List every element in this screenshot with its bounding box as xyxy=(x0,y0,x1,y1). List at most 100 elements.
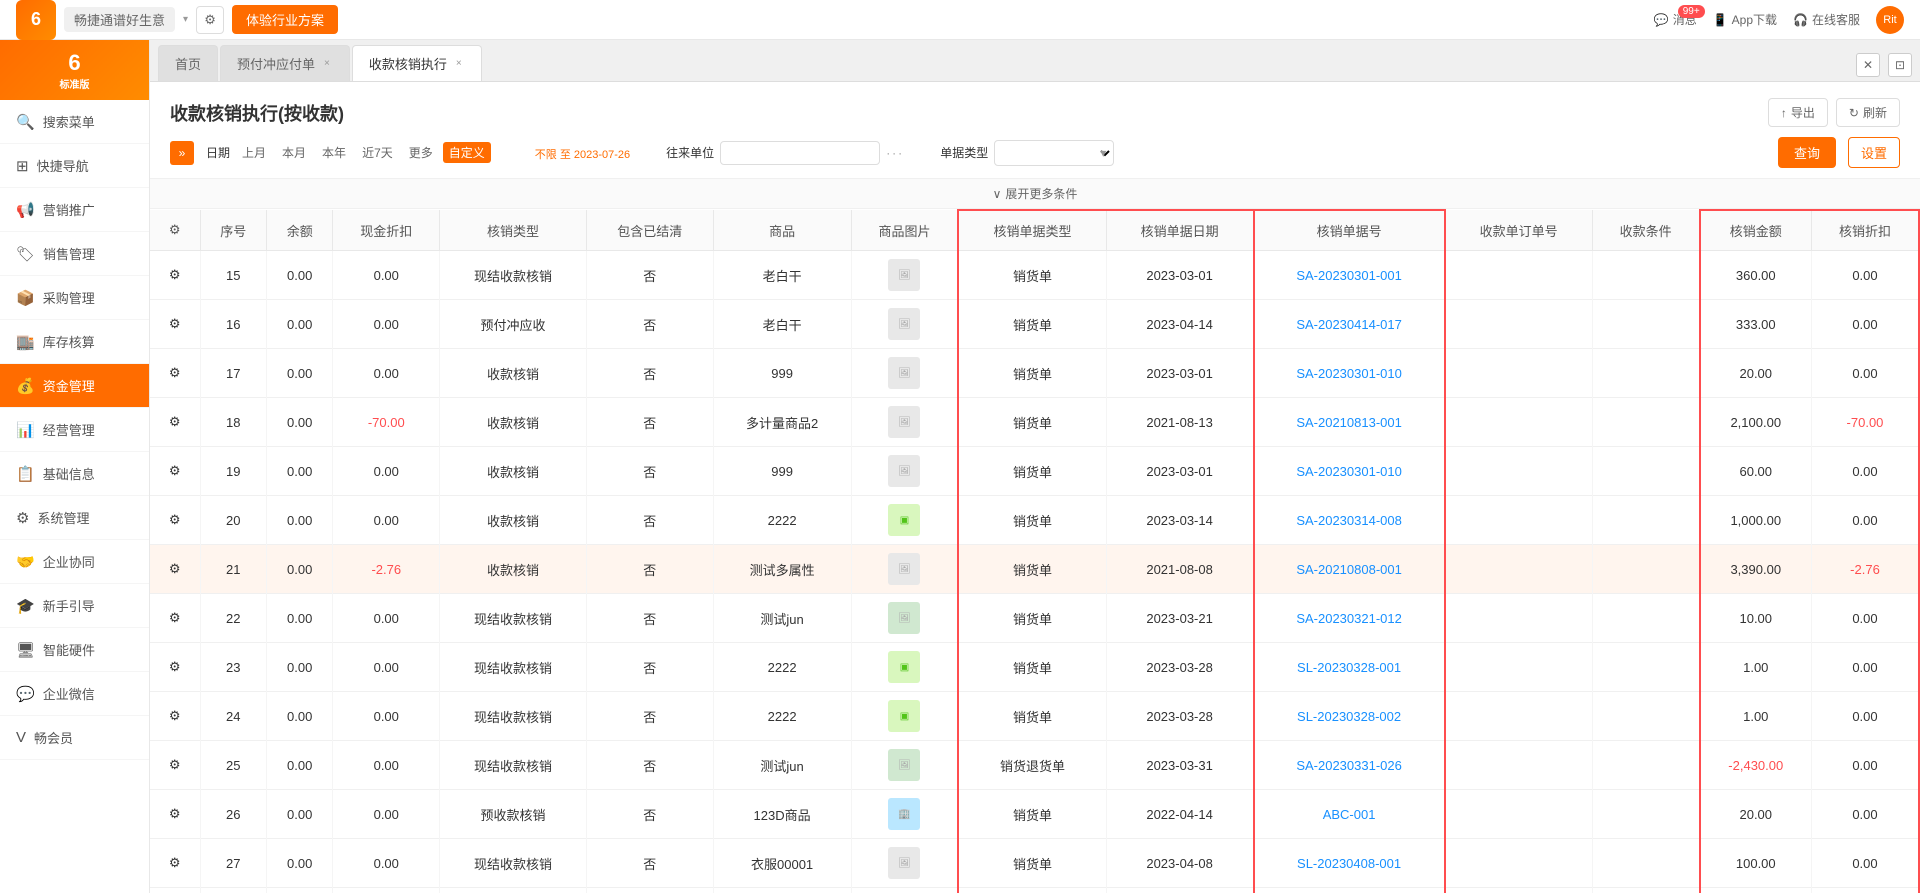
td-cash-discount-18: -70.00 xyxy=(333,398,440,447)
expand-more-bar[interactable]: ∨ 展开更多条件 xyxy=(150,179,1920,209)
th-settings[interactable]: ⚙ xyxy=(150,210,200,251)
td-goods-28: 2222 xyxy=(713,888,851,893)
tab-close-receipts[interactable]: × xyxy=(453,57,465,70)
this-year-opt[interactable]: 本年 xyxy=(316,142,352,163)
app-download-btn[interactable]: 📱 App下载 xyxy=(1713,11,1777,28)
sidebar-item-capital[interactable]: 💰资金管理 xyxy=(0,364,149,408)
td-verify-amount-23: 1.00 xyxy=(1700,643,1812,692)
message-btn[interactable]: 💬 消息 99+ xyxy=(1654,11,1697,28)
edition-label: 标准版 xyxy=(60,76,90,91)
last7-opt[interactable]: 近7天 xyxy=(356,142,399,163)
bill-no-link-17[interactable]: SA-20230301-010 xyxy=(1296,366,1402,381)
maximize-btn[interactable]: ⊡ xyxy=(1888,53,1912,77)
td-settings-18[interactable]: ⚙ xyxy=(150,398,200,447)
bill-no-link-24[interactable]: SL-20230328-002 xyxy=(1297,709,1401,724)
td-settings-19[interactable]: ⚙ xyxy=(150,447,200,496)
company-dropdown-icon[interactable]: ▾ xyxy=(183,14,188,25)
online-service-btn[interactable]: 🎧 在线客服 xyxy=(1793,11,1860,28)
th-no: 序号 xyxy=(200,210,266,251)
bill-no-link-21[interactable]: SA-20210808-001 xyxy=(1296,562,1402,577)
bill-no-link-18[interactable]: SA-20210813-001 xyxy=(1296,415,1402,430)
tab-close-prepay[interactable]: × xyxy=(321,57,333,70)
sidebar-item-inventory[interactable]: 🏬库存核算 xyxy=(0,320,149,364)
tab-prepay[interactable]: 预付冲应付单× xyxy=(220,45,350,81)
bill-no-link-23[interactable]: SL-20230328-001 xyxy=(1297,660,1401,675)
td-included-settled-20: 否 xyxy=(586,496,713,545)
main-content: 首页预付冲应付单×收款核销执行× ✕ ⊡ 收款核销执行(按收款) ↑ 导出 ↻ … xyxy=(150,40,1920,893)
td-goods-img-18: 🖼 xyxy=(851,398,958,447)
td-verify-type-23: 现结收款核销 xyxy=(440,643,587,692)
td-settings-16[interactable]: ⚙ xyxy=(150,300,200,349)
export-btn[interactable]: ↑ 导出 xyxy=(1768,98,1828,127)
td-goods-img-22: 🖼 xyxy=(851,594,958,643)
td-settings-24[interactable]: ⚙ xyxy=(150,692,200,741)
sidebar-item-hardware[interactable]: 🖥智能硬件 xyxy=(0,628,149,672)
this-month-opt[interactable]: 本月 xyxy=(276,142,312,163)
tab-home[interactable]: 首页 xyxy=(158,45,218,81)
query-btn[interactable]: 查询 xyxy=(1778,137,1836,168)
sidebar-label-search: 搜索菜单 xyxy=(43,112,95,131)
sidebar-item-wechat[interactable]: 💬企业微信 xyxy=(0,672,149,716)
sidebar-icon-sales: 🏷 xyxy=(16,245,35,263)
td-no-27: 27 xyxy=(200,839,266,888)
td-included-settled-24: 否 xyxy=(586,692,713,741)
sidebar-item-purchase[interactable]: 📦采购管理 xyxy=(0,276,149,320)
td-balance-27: 0.00 xyxy=(266,839,332,888)
bill-no-link-22[interactable]: SA-20230321-012 xyxy=(1296,611,1402,626)
bill-no-link-16[interactable]: SA-20230414-017 xyxy=(1296,317,1402,332)
tab-receipts[interactable]: 收款核销执行× xyxy=(352,45,482,81)
td-balance-26: 0.00 xyxy=(266,790,332,839)
td-verify-bill-date-24: 2023-03-28 xyxy=(1106,692,1254,741)
top-bar-left: 6 畅捷通谱好生意 ▾ ⚙ 体验行业方案 xyxy=(16,0,1642,40)
refresh-btn[interactable]: ↻ 刷新 xyxy=(1836,98,1900,127)
td-settings-20[interactable]: ⚙ xyxy=(150,496,200,545)
sidebar-item-sales[interactable]: 🏷销售管理 xyxy=(0,232,149,276)
td-receipt-order-no-23 xyxy=(1445,643,1593,692)
td-verify-bill-no-27: SL-20230408-001 xyxy=(1254,839,1445,888)
td-settings-17[interactable]: ⚙ xyxy=(150,349,200,398)
td-verify-bill-type-20: 销货单 xyxy=(958,496,1106,545)
td-goods-img-21: 🖼 xyxy=(851,545,958,594)
td-settings-26[interactable]: ⚙ xyxy=(150,790,200,839)
close-tab-btn[interactable]: ✕ xyxy=(1856,53,1880,77)
td-settings-25[interactable]: ⚙ xyxy=(150,741,200,790)
sidebar-item-search[interactable]: 🔍 搜索菜单 xyxy=(0,100,149,144)
sidebar-item-member[interactable]: V畅会员 xyxy=(0,716,149,760)
filter-expand-btn[interactable]: » xyxy=(170,141,194,165)
bill-no-link-27[interactable]: SL-20230408-001 xyxy=(1297,856,1401,871)
bill-no-link-26[interactable]: ABC-001 xyxy=(1323,807,1376,822)
td-settings-27[interactable]: ⚙ xyxy=(150,839,200,888)
sidebar-icon-search: 🔍 xyxy=(16,113,35,131)
td-no-24: 24 xyxy=(200,692,266,741)
td-cash-discount-16: 0.00 xyxy=(333,300,440,349)
settings-icon[interactable]: ⚙ xyxy=(196,6,224,34)
more-opt[interactable]: 更多 xyxy=(403,142,439,163)
sidebar-item-enterprise[interactable]: 🤝企业协同 xyxy=(0,540,149,584)
solution-btn[interactable]: 体验行业方案 xyxy=(232,5,338,34)
sidebar-item-quicknav[interactable]: ⊞快捷导航 xyxy=(0,144,149,188)
avatar[interactable]: Rit xyxy=(1876,6,1904,34)
bill-type-select[interactable] xyxy=(994,140,1114,166)
bill-no-link-15[interactable]: SA-20230301-001 xyxy=(1296,268,1402,283)
td-settings-23[interactable]: ⚙ xyxy=(150,643,200,692)
td-settings-15[interactable]: ⚙ xyxy=(150,251,200,300)
td-settings-22[interactable]: ⚙ xyxy=(150,594,200,643)
td-settings-21[interactable]: ⚙ xyxy=(150,545,200,594)
bill-no-link-25[interactable]: SA-20230331-026 xyxy=(1296,758,1402,773)
filter-settings-btn[interactable]: 设置 xyxy=(1848,137,1900,168)
sidebar-item-newguide[interactable]: 🎓新手引导 xyxy=(0,584,149,628)
sidebar-item-operation[interactable]: 📊经营管理 xyxy=(0,408,149,452)
bill-no-link-20[interactable]: SA-20230314-008 xyxy=(1296,513,1402,528)
custom-opt[interactable]: 自定义 xyxy=(443,142,491,163)
sidebar-item-basic[interactable]: 📋基础信息 xyxy=(0,452,149,496)
last-month-opt[interactable]: 上月 xyxy=(236,142,272,163)
td-goods-img-27: 🖼 xyxy=(851,839,958,888)
bill-no-link-19[interactable]: SA-20230301-010 xyxy=(1296,464,1402,479)
sidebar-icon-system: ⚙ xyxy=(16,509,29,527)
sidebar-item-marketing[interactable]: 📢营销推广 xyxy=(0,188,149,232)
partner-input[interactable] xyxy=(720,141,880,165)
td-settings-28[interactable]: ⚙ xyxy=(150,888,200,893)
sidebar-item-system[interactable]: ⚙系统管理 xyxy=(0,496,149,540)
sidebar-label-operation: 经营管理 xyxy=(43,420,95,439)
td-receipt-condition-26 xyxy=(1592,790,1699,839)
